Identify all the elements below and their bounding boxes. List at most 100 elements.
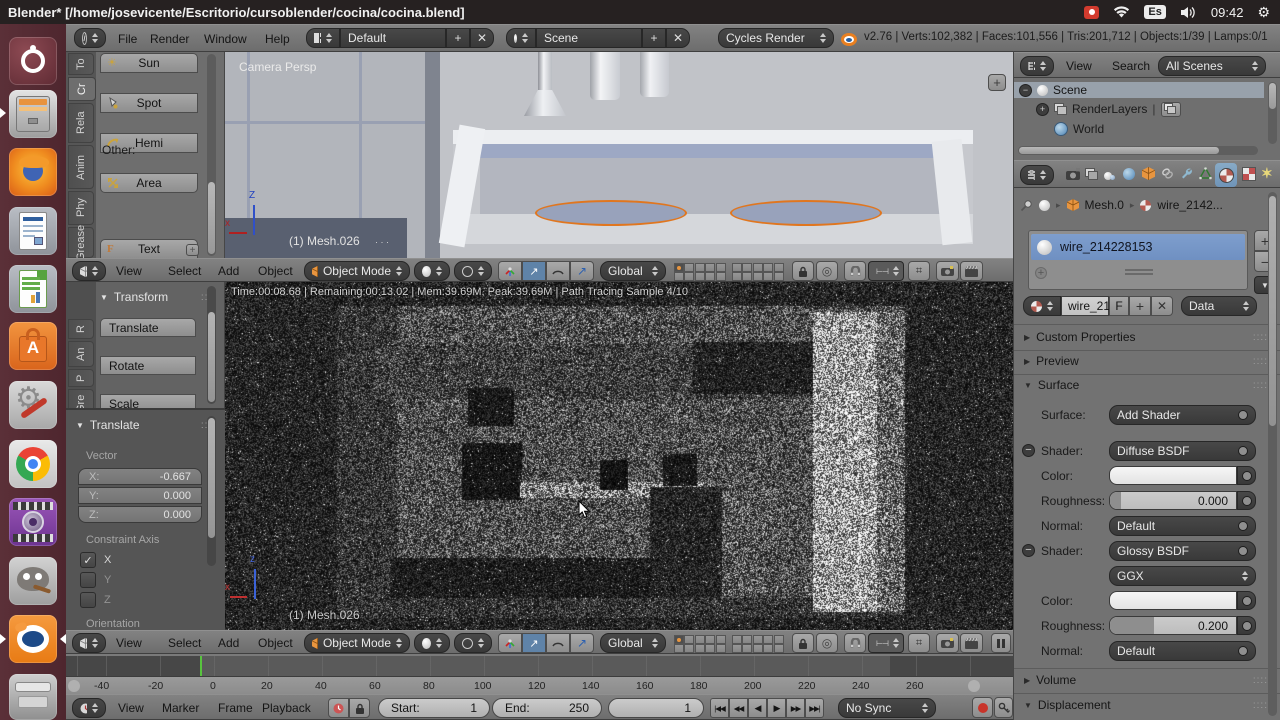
snap-element-select-2[interactable]: ⊢⊣ <box>868 633 904 653</box>
menu-file[interactable]: File <box>118 27 137 51</box>
translate-y-field[interactable]: Y: 0.000 <box>78 487 202 504</box>
delete-scene-button[interactable]: ✕ <box>666 28 690 48</box>
breadcrumb-material-icon[interactable] <box>1140 200 1151 211</box>
launcher-icon-firefox[interactable] <box>9 148 57 196</box>
launcher-icon-dash[interactable] <box>9 37 57 85</box>
play-button[interactable]: ▶ <box>767 698 786 718</box>
vp2-menu-object[interactable]: Object <box>258 631 293 655</box>
render-opengl-button-2[interactable] <box>936 633 959 653</box>
viewport-shading-select[interactable] <box>414 261 450 281</box>
tab-texture[interactable] <box>1242 167 1256 186</box>
tl-menu-playback[interactable]: Playback <box>262 696 311 720</box>
jump-to-start-button[interactable]: |◀◀ <box>710 698 729 718</box>
expand-icon[interactable]: + <box>1036 103 1049 116</box>
vp2-menu-view[interactable]: View <box>116 631 142 655</box>
properties-vscrollbar[interactable] <box>1268 192 1277 716</box>
add-text-button[interactable]: F Text <box>100 239 198 259</box>
screen-layout-name[interactable]: Default <box>340 28 446 48</box>
launcher-icon-files[interactable] <box>9 90 57 138</box>
lock-frame-range-toggle[interactable] <box>349 698 370 718</box>
translate-z-field[interactable]: Z: 0.000 <box>78 506 202 523</box>
launcher-icon-trash[interactable] <box>9 674 57 720</box>
prev-keyframe-button[interactable]: ◀◀ <box>729 698 748 718</box>
outliner-hscrollbar[interactable] <box>1018 146 1258 155</box>
shader2-select[interactable]: Glossy BSDF <box>1109 541 1256 561</box>
distribution-select[interactable]: GGX <box>1109 566 1256 586</box>
launcher-icon-libreoffice-calc[interactable] <box>9 265 57 313</box>
manipulator-toggle-2[interactable] <box>498 633 522 653</box>
launcher-icon-gimp[interactable] <box>9 557 57 605</box>
rotate-button[interactable]: Rotate <box>100 356 196 375</box>
add-spot-button[interactable]: Spot <box>100 93 198 113</box>
mode-select[interactable]: Object Mode <box>304 261 410 281</box>
snap-element-select[interactable]: ⊢⊣ <box>868 261 904 281</box>
preview-panel-header[interactable]: ▶ Preview:::: <box>1024 354 1268 368</box>
lock-to-scene-toggle[interactable] <box>792 261 814 281</box>
snap-target-button-2[interactable]: ⌗ <box>908 633 930 653</box>
render-opengl-button[interactable] <box>936 261 959 281</box>
transform-orientation-select-2[interactable]: Global <box>600 633 666 653</box>
transform-panel-header[interactable]: ▼ Transform :::: <box>100 290 216 304</box>
tab-physics[interactable]: Phy <box>68 191 94 225</box>
tab-render[interactable] <box>1066 167 1081 185</box>
pin-icon[interactable] <box>1020 199 1033 212</box>
breadcrumb-object-icon[interactable] <box>1067 199 1079 211</box>
proportional-edit-toggle[interactable]: ◎ <box>816 261 838 281</box>
tab-animation[interactable]: Anim <box>68 145 94 189</box>
material-link-select[interactable]: Data <box>1181 296 1257 316</box>
surface-panel-header[interactable]: ▼ Surface:::: <box>1024 378 1268 392</box>
viewport-camera[interactable]: Camera Persp Z x (1) Mesh.026 · · · + <box>225 52 1013 258</box>
constraint-z-checkbox[interactable] <box>80 592 96 608</box>
screen-layout-icon-button[interactable] <box>306 28 340 48</box>
toolshelf-top-scrollbar[interactable] <box>207 54 216 256</box>
translate-panel-header[interactable]: ▼Translate :::: <box>76 418 216 432</box>
manipulator-rotate-toggle-2[interactable] <box>546 633 570 653</box>
next-keyframe-button[interactable]: ▶▶ <box>786 698 805 718</box>
outliner-vscrollbar[interactable] <box>1268 82 1277 144</box>
wifi-icon[interactable] <box>1113 6 1130 19</box>
constraint-y-checkbox[interactable] <box>80 572 96 588</box>
roughness2-socket-button[interactable] <box>1237 616 1256 635</box>
keyboard-layout-indicator[interactable]: Es <box>1144 5 1165 19</box>
fake-user-button[interactable]: F <box>1109 296 1129 316</box>
operator-panel-scrollbar[interactable] <box>207 416 216 566</box>
outliner-row-world[interactable]: World <box>1054 121 1104 137</box>
editor-type-timeline-button[interactable] <box>72 698 106 718</box>
color2-swatch[interactable] <box>1109 591 1237 610</box>
panel-grip[interactable]: :::: <box>1253 675 1268 686</box>
session-gear-icon[interactable]: ⚙ <box>1257 4 1270 21</box>
play-reverse-button[interactable]: ◀ <box>748 698 767 718</box>
vp-menu-add[interactable]: Add <box>218 259 239 283</box>
delete-layout-button[interactable]: ✕ <box>470 28 494 48</box>
panel-grip[interactable]: :::: <box>1253 700 1268 711</box>
add-sun-button[interactable]: ☀ Sun <box>100 53 198 73</box>
tab-modifiers[interactable] <box>1180 167 1193 185</box>
vp2-menu-add[interactable]: Add <box>218 631 239 655</box>
translate-x-field[interactable]: X: -0.667 <box>78 468 202 485</box>
launcher-icon-libreoffice-writer[interactable] <box>9 207 57 255</box>
panel-grip[interactable]: :::: <box>1253 332 1268 343</box>
vp2-menu-select[interactable]: Select <box>168 631 201 655</box>
custom-properties-panel-header[interactable]: ▶ Custom Properties:::: <box>1024 330 1268 344</box>
timeline-track[interactable] <box>66 656 1013 676</box>
tab-tools[interactable]: To <box>68 53 94 75</box>
menu-render[interactable]: Render <box>150 27 189 51</box>
scene-name[interactable]: Scene <box>536 28 642 48</box>
outliner-filter-select[interactable]: All Scenes <box>1158 56 1266 76</box>
snap-toggle[interactable] <box>844 261 866 281</box>
launcher-icon-video-editor[interactable] <box>9 498 57 546</box>
current-frame-field[interactable]: 1 <box>608 698 704 718</box>
timeline-ruler[interactable]: -40 -20 0 20 40 60 80 100 120 140 160 18… <box>66 676 1013 694</box>
roughness1-socket-button[interactable] <box>1237 491 1256 510</box>
manipulator-scale-toggle-2[interactable]: ↗ <box>570 633 594 653</box>
unlink-material-button[interactable]: ✕ <box>1151 296 1173 316</box>
constraint-x-checkbox[interactable]: ✓ <box>80 552 96 568</box>
render-opengl-anim-button[interactable] <box>960 261 983 281</box>
snap-toggle-2[interactable] <box>844 633 866 653</box>
normal1-select[interactable]: Default <box>1109 516 1256 536</box>
collapse-shader1-icon[interactable]: − <box>1022 444 1035 457</box>
material-name-field[interactable]: wire_21 <box>1061 296 1109 316</box>
frame-end-field[interactable]: End: 250 <box>492 698 602 718</box>
rendered-viewport[interactable]: Time:00:08.68 | Remaining:00:13.02 | Mem… <box>225 282 1013 630</box>
roughness2-slider[interactable]: 0.200 <box>1109 616 1237 635</box>
